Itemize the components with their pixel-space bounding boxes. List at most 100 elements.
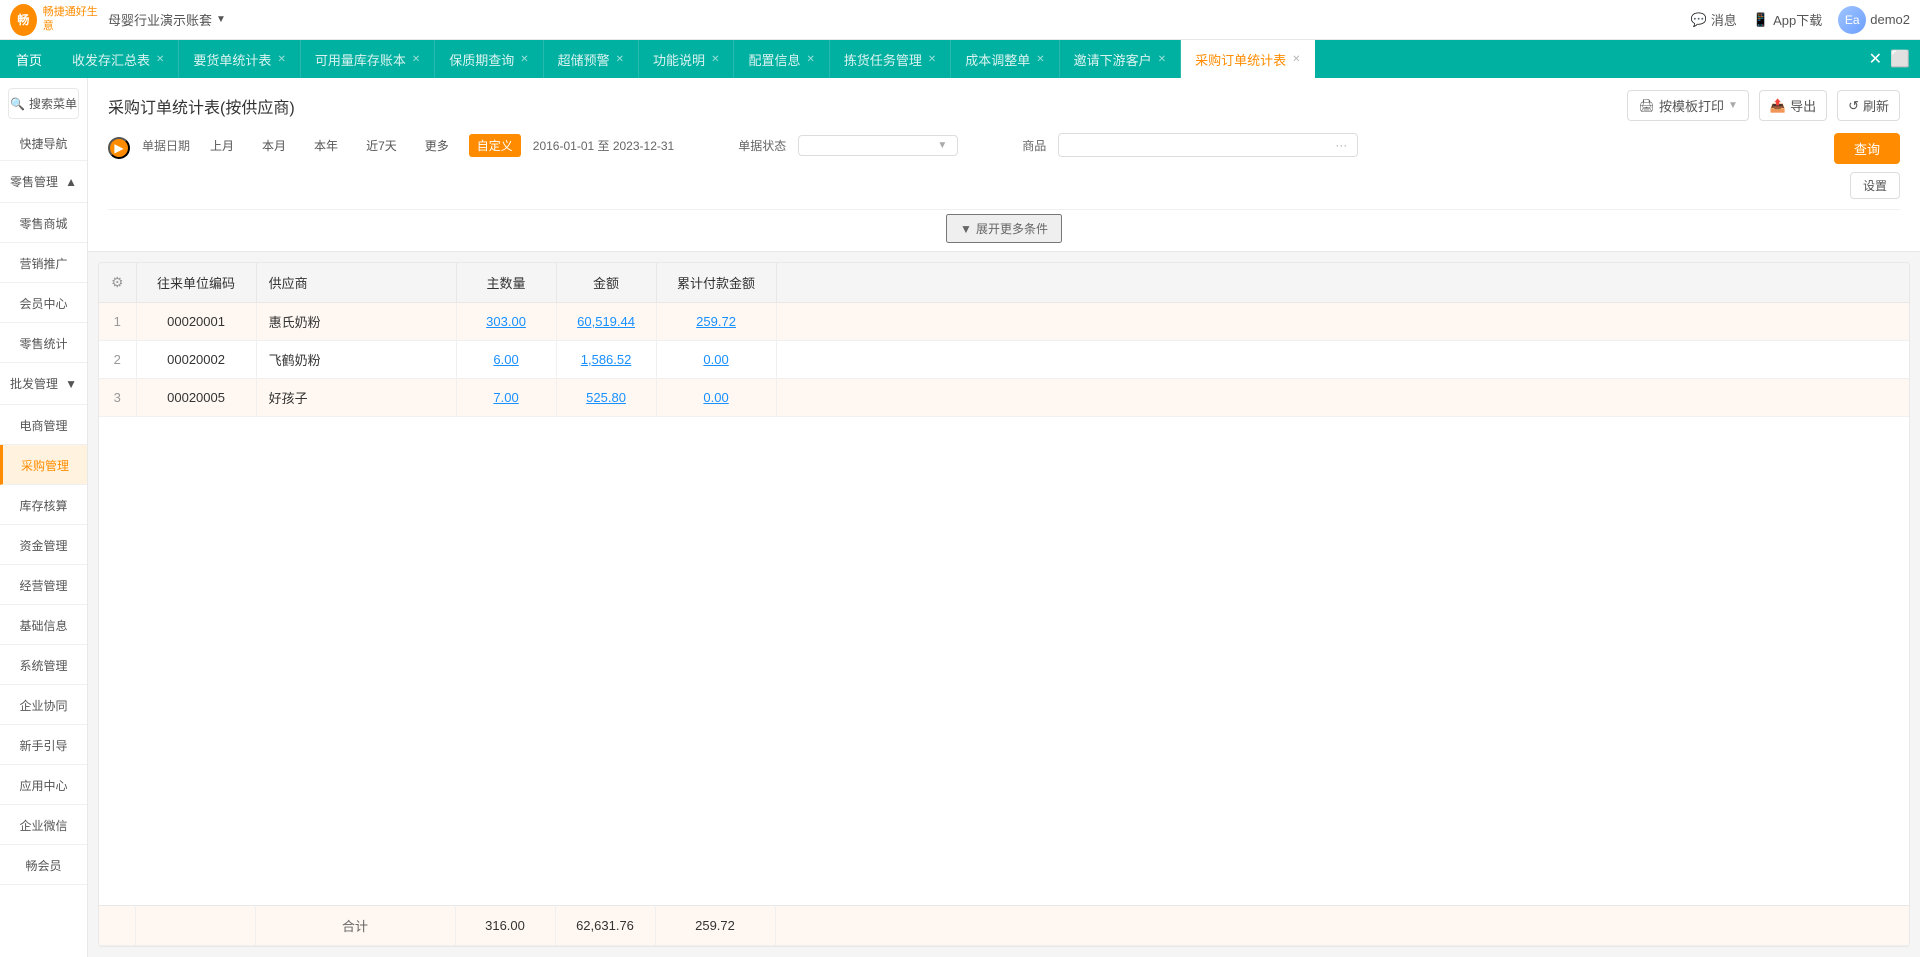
tab-kuyong[interactable]: 可用量库存账本 ✕ — [301, 40, 435, 78]
sidebar-item-zijin-label: 资金管理 — [19, 537, 67, 554]
row3-qty[interactable]: 7.00 — [456, 379, 556, 417]
row3-seq: 3 — [99, 379, 136, 417]
sidebar-item-yingxiao[interactable]: 营销推广 — [0, 243, 87, 283]
tab-caigou-active[interactable]: 采购订单统计表 ✕ — [1181, 40, 1315, 78]
sidebar-item-caigou[interactable]: 采购管理 — [0, 445, 87, 485]
tab-peizhixinxi-close[interactable]: ✕ — [806, 54, 814, 65]
sidebar-item-zijin[interactable]: 资金管理 — [0, 525, 87, 565]
message-btn[interactable]: 💬 消息 — [1691, 10, 1737, 29]
sidebar-item-caigou-label: 采购管理 — [21, 457, 69, 474]
message-icon: 💬 — [1691, 12, 1707, 28]
sidebar-item-xitong[interactable]: 系统管理 — [0, 645, 87, 685]
footer-row: 合计 316.00 62,631.76 259.72 — [99, 906, 1909, 946]
tab-yaohuo[interactable]: 要货单统计表 ✕ — [179, 40, 300, 78]
tab-gongneng[interactable]: 功能说明 ✕ — [639, 40, 734, 78]
sidebar-item-jichu[interactable]: 基础信息 — [0, 605, 87, 645]
user-area[interactable]: Ea demo2 — [1838, 6, 1910, 34]
sidebar-item-xinshou[interactable]: 新手引导 — [0, 725, 87, 765]
sidebar-item-lingshei-tongji[interactable]: 零售统计 — [0, 323, 87, 363]
sidebar-quick-nav[interactable]: 快捷导航 — [0, 127, 87, 161]
tab-shoufacun-label: 收发存汇总表 — [72, 50, 150, 69]
sidebar-item-huiyuan[interactable]: 会员中心 — [0, 283, 87, 323]
tab-shoufacun-close[interactable]: ✕ — [156, 54, 164, 65]
tab-kuyong-close[interactable]: ✕ — [412, 54, 420, 65]
tab-jianhuo-close[interactable]: ✕ — [928, 54, 936, 65]
row2-paid[interactable]: 0.00 — [656, 341, 776, 379]
sidebar-item-pifa[interactable]: 批发管理 ▼ — [0, 363, 87, 405]
nav-home[interactable]: 首页 — [0, 40, 58, 78]
search-menu-label: 搜索菜单 — [29, 95, 77, 112]
filter-date-this-month[interactable]: 本月 — [254, 134, 294, 157]
tab-yaohuo-close[interactable]: ✕ — [277, 54, 285, 65]
row2-amount[interactable]: 1,586.52 — [556, 341, 656, 379]
tab-yaoqing-close[interactable]: ✕ — [1158, 54, 1166, 65]
refresh-btn[interactable]: ↺ 刷新 — [1837, 90, 1900, 121]
tab-chengben-close[interactable]: ✕ — [1036, 54, 1044, 65]
table-body: 1 00020001 惠氏奶粉 303.00 60,519.44 259.72 … — [99, 303, 1909, 417]
row3-amount[interactable]: 525.80 — [556, 379, 656, 417]
tab-baozhi[interactable]: 保质期查询 ✕ — [435, 40, 543, 78]
sidebar-item-lingshei-guanli[interactable]: 零售管理 ▲ — [0, 161, 87, 203]
app-download-btn[interactable]: 📱 App下载 — [1753, 10, 1822, 29]
settings-btn[interactable]: 设置 — [1850, 172, 1900, 199]
col-header-paid: 累计付款金额 — [656, 263, 776, 303]
nav-tabs: 首页 收发存汇总表 ✕ 要货单统计表 ✕ 可用量库存账本 ✕ 保质期查询 ✕ 超… — [0, 40, 1920, 78]
tab-chaochu-close[interactable]: ✕ — [616, 54, 624, 65]
query-btn[interactable]: 查询 — [1834, 133, 1900, 164]
tab-jianhuo[interactable]: 拣货任务管理 ✕ — [830, 40, 951, 78]
filter-date-this-year[interactable]: 本年 — [306, 134, 346, 157]
goods-input[interactable]: ··· — [1058, 133, 1358, 157]
sidebar-item-qiye[interactable]: 企业协同 — [0, 685, 87, 725]
filter-date-custom-badge[interactable]: 自定义 — [469, 134, 521, 157]
print-dropdown-arrow: ▼ — [1728, 100, 1738, 111]
sidebar-item-weixin[interactable]: 企业微信 — [0, 805, 87, 845]
workspace-selector[interactable]: 母婴行业演示账套 ▼ — [108, 10, 1681, 29]
filter-date-more[interactable]: 更多 — [417, 134, 457, 157]
row1-qty[interactable]: 303.00 — [456, 303, 556, 341]
template-print-btn[interactable]: 🖨 按模板打印 ▼ — [1627, 90, 1748, 121]
status-select[interactable]: ▼ — [798, 135, 958, 156]
search-menu-btn[interactable]: 🔍 搜索菜单 — [8, 88, 79, 119]
tab-peizhixinxi[interactable]: 配置信息 ✕ — [734, 40, 829, 78]
table-footer: 合计 316.00 62,631.76 259.72 — [99, 905, 1909, 946]
export-btn[interactable]: 📤 导出 — [1759, 90, 1827, 121]
sidebar: 🔍 搜索菜单 快捷导航 零售管理 ▲ 零售商城 营销推广 会员中心 零售统计 批… — [0, 78, 88, 957]
download-icon: 📱 — [1753, 12, 1769, 28]
tab-baozhi-close[interactable]: ✕ — [520, 54, 528, 65]
settings-gear-icon[interactable]: ⚙ — [111, 274, 124, 290]
row2-seq: 2 — [99, 341, 136, 379]
sidebar-item-kucun[interactable]: 库存核算 — [0, 485, 87, 525]
row1-paid[interactable]: 259.72 — [656, 303, 776, 341]
expand-more-btn[interactable]: ▼ 展开更多条件 — [946, 214, 1062, 243]
tab-shoufacun[interactable]: 收发存汇总表 ✕ — [58, 40, 179, 78]
nav-end: ✕ ⬜ — [1869, 49, 1920, 69]
sidebar-item-lingshei-shangcheng[interactable]: 零售商城 — [0, 203, 87, 243]
sidebar-item-yingyong[interactable]: 应用中心 — [0, 765, 87, 805]
tab-caigou-close[interactable]: ✕ — [1292, 54, 1300, 65]
col-header-checkbox: ⚙ — [99, 263, 136, 303]
tab-chengben[interactable]: 成本调整单 ✕ — [951, 40, 1059, 78]
filter-row-1: 单据日期 上月 本月 本年 近7天 更多 自定义 2016-01-01 至 20… — [142, 133, 1822, 157]
sidebar-item-changhui[interactable]: 畅会员 — [0, 845, 87, 885]
sidebar-item-diandian[interactable]: 电商管理 — [0, 405, 87, 445]
tab-gongneng-close[interactable]: ✕ — [711, 54, 719, 65]
footer-extra — [775, 906, 1909, 946]
tab-chaochu[interactable]: 超储预警 ✕ — [544, 40, 639, 78]
sidebar-item-xinshou-label: 新手引导 — [19, 737, 67, 754]
nav-maximize-btn[interactable]: ⬜ — [1890, 49, 1910, 69]
row2-supplier: 飞鹤奶粉 — [256, 341, 456, 379]
filter-date-7days[interactable]: 近7天 — [358, 134, 405, 157]
username: demo2 — [1870, 12, 1910, 27]
logo-text: 畅捷通好生意 — [43, 6, 98, 32]
tab-yaoqing[interactable]: 邀请下游客户 ✕ — [1060, 40, 1181, 78]
nav-close-btn[interactable]: ✕ — [1869, 49, 1882, 69]
row2-qty[interactable]: 6.00 — [456, 341, 556, 379]
filter-expand-btn[interactable]: ▶ — [108, 137, 130, 159]
tab-chengben-label: 成本调整单 — [965, 50, 1030, 69]
row3-paid[interactable]: 0.00 — [656, 379, 776, 417]
row1-amount[interactable]: 60,519.44 — [556, 303, 656, 341]
goods-ellipsis: ··· — [1335, 138, 1347, 152]
filter-date-last-month[interactable]: 上月 — [202, 134, 242, 157]
tab-baozhi-label: 保质期查询 — [449, 50, 514, 69]
sidebar-item-jingying[interactable]: 经营管理 — [0, 565, 87, 605]
